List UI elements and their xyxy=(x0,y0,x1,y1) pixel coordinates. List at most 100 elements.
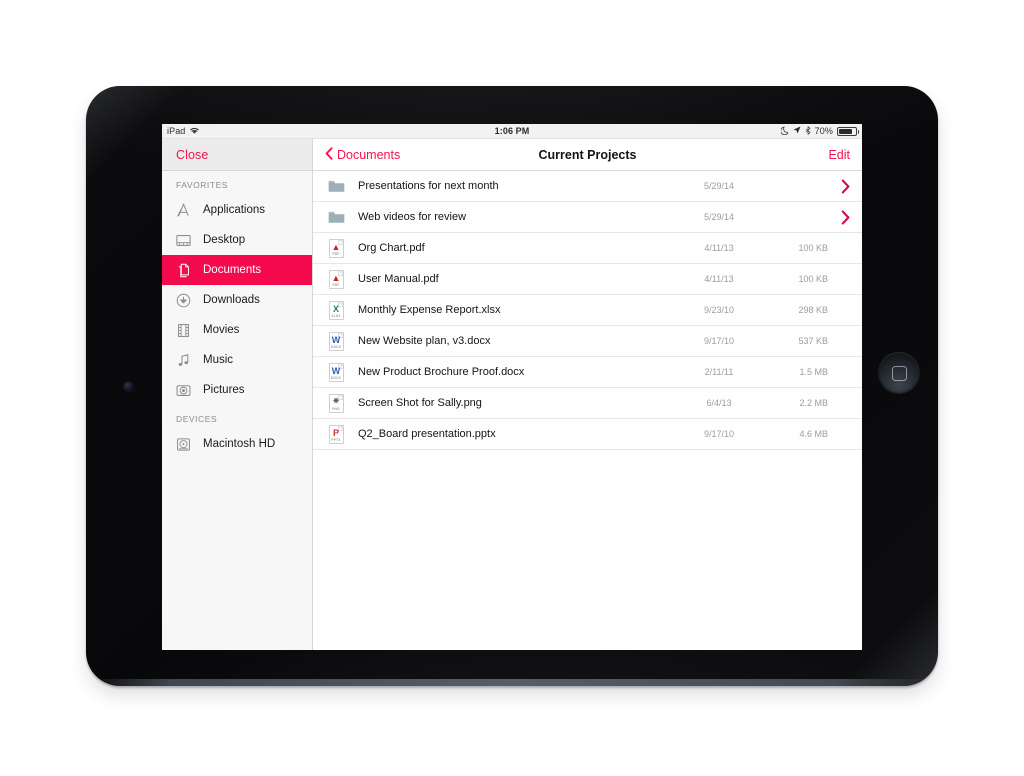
table-row[interactable]: ❋ PNG Screen Shot for Sally.png 6/4/13 2… xyxy=(313,388,862,419)
word-file-icon: W DOCX xyxy=(327,362,345,382)
back-button[interactable]: Documents xyxy=(325,146,401,163)
device-bottom-edge xyxy=(86,679,938,686)
table-row[interactable]: ▲ PDF User Manual.pdf 4/11/13 100 KB xyxy=(313,264,862,295)
music-note-icon xyxy=(174,351,193,370)
sidebar-item-label: Desktop xyxy=(203,234,246,246)
ipad-device: iPad 1:06 PM 70% Close FAVORITES Applica… xyxy=(86,86,938,686)
file-date: 2/11/11 xyxy=(704,367,734,377)
sidebar: Close FAVORITES Applications Desktop Doc… xyxy=(162,139,313,650)
bluetooth-icon xyxy=(805,125,811,137)
moon-icon xyxy=(780,126,789,137)
back-button-label: Documents xyxy=(337,147,401,162)
file-size: 2.2 MB xyxy=(799,398,828,408)
sidebar-favorites-list: Applications Desktop Documents Downloads… xyxy=(162,195,312,405)
screen-content: Close FAVORITES Applications Desktop Doc… xyxy=(162,139,862,650)
sidebar-item-movies[interactable]: Movies xyxy=(162,315,312,345)
file-name: New Product Brochure Proof.docx xyxy=(358,366,525,378)
file-date: 4/11/13 xyxy=(704,243,734,253)
battery-percent-label: 70% xyxy=(814,126,833,136)
sidebar-item-label: Music xyxy=(203,354,234,366)
sidebar-item-applications[interactable]: Applications xyxy=(162,195,312,225)
table-row[interactable]: W DOCX New Product Brochure Proof.docx 2… xyxy=(313,357,862,388)
sidebar-item-label: Pictures xyxy=(203,384,245,396)
download-icon xyxy=(174,291,193,310)
sidebar-item-downloads[interactable]: Downloads xyxy=(162,285,312,315)
file-size: 537 KB xyxy=(798,336,828,346)
sidebar-section-devices-label: DEVICES xyxy=(176,414,218,424)
file-date: 5/29/14 xyxy=(703,181,735,191)
location-arrow-icon xyxy=(793,126,801,136)
front-camera-icon xyxy=(124,382,133,391)
edit-button[interactable]: Edit xyxy=(828,148,850,162)
file-name: Q2_Board presentation.pptx xyxy=(358,428,496,440)
screenshot-canvas: iPad 1:06 PM 70% Close FAVORITES Applica… xyxy=(0,0,1024,776)
sidebar-item-label: Movies xyxy=(203,324,240,336)
sidebar-header: Close xyxy=(162,139,312,171)
desktop-icon xyxy=(174,231,193,250)
sidebar-item-label: Macintosh HD xyxy=(203,438,276,450)
sidebar-empty-area xyxy=(162,459,312,650)
file-size: 1.5 MB xyxy=(799,367,828,377)
file-name: Monthly Expense Report.xlsx xyxy=(358,304,501,316)
sidebar-item-label: Documents xyxy=(203,264,262,276)
file-date: 6/4/13 xyxy=(706,398,732,408)
powerpoint-file-icon: P PPTX xyxy=(327,424,345,444)
sidebar-item-music[interactable]: Music xyxy=(162,345,312,375)
status-bar: iPad 1:06 PM 70% xyxy=(162,124,862,139)
hard-disk-icon xyxy=(174,435,193,454)
file-name: Presentations for next month xyxy=(358,180,499,192)
home-button[interactable] xyxy=(878,352,920,394)
navigation-bar: Documents Current Projects Edit xyxy=(313,139,862,171)
status-bar-right: 70% xyxy=(717,125,859,137)
sidebar-section-favorites-label: FAVORITES xyxy=(176,180,229,190)
file-name: User Manual.pdf xyxy=(358,273,439,285)
file-date: 4/11/13 xyxy=(704,274,734,284)
file-name: Org Chart.pdf xyxy=(358,242,425,254)
pdf-file-icon: ▲ PDF xyxy=(327,269,345,289)
sidebar-item-label: Applications xyxy=(203,204,266,216)
file-size: 100 KB xyxy=(798,243,828,253)
file-list[interactable]: Presentations for next month 5/29/14 Web… xyxy=(313,171,862,650)
main-panel: Documents Current Projects Edit Presenta… xyxy=(313,139,862,650)
status-bar-left: iPad xyxy=(167,126,307,137)
sidebar-item-label: Downloads xyxy=(203,294,260,306)
sidebar-item-pictures[interactable]: Pictures xyxy=(162,375,312,405)
status-device-label: iPad xyxy=(167,126,186,136)
table-row[interactable]: ▲ PDF Org Chart.pdf 4/11/13 100 KB xyxy=(313,233,862,264)
png-file-icon: ❋ PNG xyxy=(327,393,345,413)
status-clock: 1:06 PM xyxy=(494,126,530,136)
chevron-right-icon[interactable] xyxy=(828,209,862,225)
table-row[interactable]: P PPTX Q2_Board presentation.pptx 9/17/1… xyxy=(313,419,862,450)
chevron-right-icon[interactable] xyxy=(828,178,862,194)
file-size: 4.6 MB xyxy=(799,429,828,439)
ipad-screen: iPad 1:06 PM 70% Close FAVORITES Applica… xyxy=(162,124,862,650)
file-name: Web videos for review xyxy=(358,211,467,223)
file-date: 9/23/10 xyxy=(703,305,735,315)
folder-icon xyxy=(327,207,345,227)
excel-file-icon: X XLSX xyxy=(327,300,345,320)
word-file-icon: W DOCX xyxy=(327,331,345,351)
app-store-icon xyxy=(174,201,193,220)
sidebar-item-desktop[interactable]: Desktop xyxy=(162,225,312,255)
home-button-square-icon xyxy=(892,366,907,381)
sidebar-item-documents[interactable]: Documents xyxy=(162,255,312,285)
table-row[interactable]: W DOCX New Website plan, v3.docx 9/17/10… xyxy=(313,326,862,357)
folder-icon xyxy=(327,176,345,196)
pdf-file-icon: ▲ PDF xyxy=(327,238,345,258)
sidebar-item-macintosh-hd[interactable]: Macintosh HD xyxy=(162,429,312,459)
file-date: 5/29/14 xyxy=(703,212,735,222)
battery-icon xyxy=(837,126,859,136)
close-button[interactable]: Close xyxy=(176,148,208,162)
table-row[interactable]: Web videos for review 5/29/14 xyxy=(313,202,862,233)
table-row[interactable]: Presentations for next month 5/29/14 xyxy=(313,171,862,202)
file-size: 298 KB xyxy=(798,305,828,315)
table-row[interactable]: X XLSX Monthly Expense Report.xlsx 9/23/… xyxy=(313,295,862,326)
file-date: 9/17/10 xyxy=(703,336,735,346)
documents-icon xyxy=(174,261,193,280)
file-date: 9/17/10 xyxy=(703,429,735,439)
battery-fill xyxy=(839,128,852,134)
file-name: New Website plan, v3.docx xyxy=(358,335,491,347)
chevron-left-icon xyxy=(325,146,333,163)
film-icon xyxy=(174,321,193,340)
camera-icon xyxy=(174,381,193,400)
